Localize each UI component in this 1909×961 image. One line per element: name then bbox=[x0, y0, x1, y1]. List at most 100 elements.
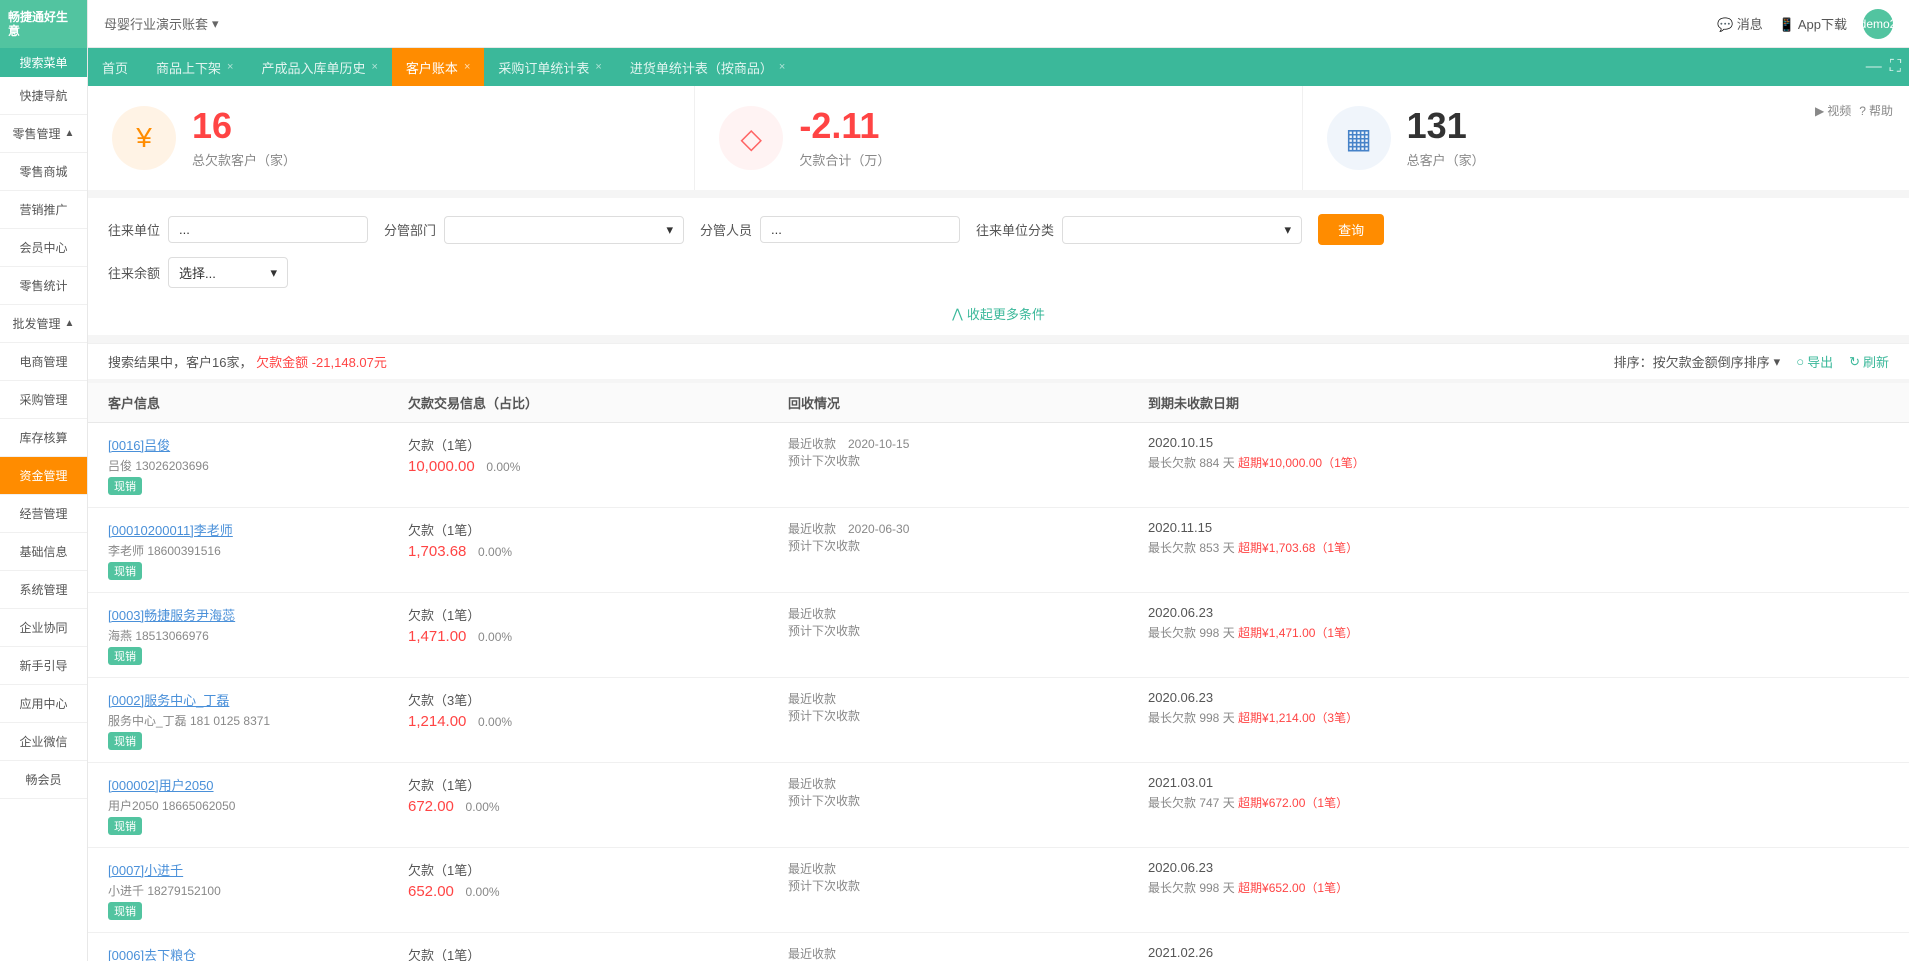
table-row: [0007]小进千 小进千 18279152100 现销 欠款（1笔） 652.… bbox=[88, 848, 1909, 933]
collection-info-6: 最近收款 预计下次收款 bbox=[788, 945, 1148, 961]
category-label: 往来单位分类 bbox=[976, 220, 1054, 239]
debt-count: 欠款（1笔） bbox=[408, 435, 788, 454]
tab-label: 采购订单统计表 bbox=[498, 58, 589, 77]
message-btn[interactable]: 💬 消息 bbox=[1717, 14, 1763, 33]
sidebar-item-batch-mgmt[interactable]: 批发管理▲ bbox=[0, 305, 87, 343]
person-input[interactable]: ... bbox=[760, 216, 960, 243]
sidebar-item-retail-mall[interactable]: 零售商城 bbox=[0, 153, 87, 191]
recent-collection: 最近收款 bbox=[788, 690, 1148, 707]
sidebar-item-wechat[interactable]: 企业微信 bbox=[0, 723, 87, 761]
customer-tag: 现销 bbox=[108, 647, 142, 665]
avatar[interactable]: demo2 bbox=[1863, 9, 1893, 39]
sidebar-item-member[interactable]: 畅会员 bbox=[0, 761, 87, 799]
sidebar-item-purchase-mgmt[interactable]: 采购管理 bbox=[0, 381, 87, 419]
customer-name[interactable]: [000002]用户2050 bbox=[108, 775, 408, 794]
minimize-icon[interactable]: — bbox=[1866, 58, 1882, 76]
customer-contact: 吕俊 13026203696 bbox=[108, 457, 408, 474]
header-left: 母婴行业演示账套 ▾ bbox=[104, 14, 219, 33]
table-row: [0016]吕俊 吕俊 13026203696 现销 欠款（1笔） 10,000… bbox=[88, 423, 1909, 508]
sidebar-item-retail-stats[interactable]: 零售统计 bbox=[0, 267, 87, 305]
overdue-link[interactable]: 超期¥1,471.00（1笔） bbox=[1238, 626, 1358, 640]
tab-close-icon[interactable]: × bbox=[227, 61, 233, 73]
sort-selector[interactable]: 排序：按欠款金额倒序排序 ▾ bbox=[1614, 352, 1781, 371]
collection-info-3: 最近收款 预计下次收款 bbox=[788, 690, 1148, 724]
tab-product-history[interactable]: 产成品入库单历史× bbox=[247, 48, 391, 86]
customer-name[interactable]: [0003]畅捷服务尹海蕊 bbox=[108, 605, 408, 624]
tab-close-icon[interactable]: × bbox=[595, 61, 601, 73]
company-selector[interactable]: 母婴行业演示账套 ▾ bbox=[104, 14, 219, 33]
col-header-collection: 回收情况 bbox=[788, 393, 1148, 412]
sidebar-item-sys-mgmt[interactable]: 系统管理 bbox=[0, 571, 87, 609]
overdue-link[interactable]: 超期¥10,000.00（1笔） bbox=[1238, 456, 1365, 470]
customer-tag: 现销 bbox=[108, 477, 142, 495]
tab-purchase-product-stats[interactable]: 进货单统计表（按商品）× bbox=[616, 48, 799, 86]
debt-count: 欠款（1笔） bbox=[408, 775, 788, 794]
collapse-btn[interactable]: ⋀ 收起更多条件 bbox=[108, 300, 1889, 327]
app-download-btn[interactable]: 📱 App下载 bbox=[1779, 14, 1847, 33]
customer-info-0: [0016]吕俊 吕俊 13026203696 现销 bbox=[108, 435, 408, 495]
category-input[interactable]: ▾ bbox=[1062, 216, 1302, 244]
tab-home[interactable]: 首页 bbox=[88, 48, 142, 86]
sidebar-item-member-center[interactable]: 会员中心 bbox=[0, 229, 87, 267]
sidebar-item-app-center[interactable]: 应用中心 bbox=[0, 685, 87, 723]
table-row: [0003]畅捷服务尹海蕊 海燕 18513066976 现销 欠款（1笔） 1… bbox=[88, 593, 1909, 678]
tab-close-icon[interactable]: × bbox=[779, 61, 785, 73]
overdue-link[interactable]: 超期¥652.00（1笔） bbox=[1238, 881, 1348, 895]
stat-info-1: 16 总欠款客户（家） bbox=[192, 108, 296, 169]
search-button[interactable]: 查询 bbox=[1318, 214, 1384, 245]
sidebar-item-ecommerce[interactable]: 电商管理 bbox=[0, 343, 87, 381]
stat-value-3: 131 bbox=[1407, 108, 1485, 144]
recent-collection: 最近收款 2020-10-15 bbox=[788, 435, 1148, 452]
sidebar-item-inventory[interactable]: 库存核算 bbox=[0, 419, 87, 457]
customer-name[interactable]: [0006]去下粮仓 bbox=[108, 945, 408, 961]
tab-customer-account[interactable]: 客户账本× bbox=[392, 48, 484, 86]
customer-name[interactable]: [0007]小进千 bbox=[108, 860, 408, 879]
due-info-5: 2020.06.23 最长欠款 998 天 超期¥652.00（1笔） bbox=[1148, 860, 1889, 896]
table-row: [0002]服务中心_丁磊 服务中心_丁磊 181 0125 8371 现销 欠… bbox=[88, 678, 1909, 763]
refresh-icon: ↻ bbox=[1849, 354, 1860, 370]
next-collection: 预计下次收款 bbox=[788, 792, 1148, 809]
tab-close-icon[interactable]: × bbox=[464, 61, 470, 73]
sidebar-item-ops-mgmt[interactable]: 经营管理 bbox=[0, 495, 87, 533]
tab-close-icon[interactable]: × bbox=[371, 61, 377, 73]
customer-tag: 现销 bbox=[108, 902, 142, 920]
col-header-debt: 欠款交易信息（占比） bbox=[408, 393, 788, 412]
sidebar-item-marketing[interactable]: 营销推广 bbox=[0, 191, 87, 229]
overdue-link[interactable]: 超期¥672.00（1笔） bbox=[1238, 796, 1348, 810]
sidebar-item-basic-info[interactable]: 基础信息 bbox=[0, 533, 87, 571]
overdue-info: 最长欠款 853 天 超期¥1,703.68（1笔） bbox=[1148, 539, 1889, 556]
refresh-btn[interactable]: ↻ 刷新 bbox=[1849, 352, 1889, 371]
maximize-icon[interactable]: ⛶ bbox=[1890, 58, 1901, 76]
debt-amount: 1,214.00 bbox=[408, 713, 466, 730]
sidebar-search[interactable]: 搜索菜单 bbox=[0, 48, 87, 77]
supplier-input[interactable]: ... bbox=[168, 216, 368, 243]
dept-input[interactable]: ▾ bbox=[444, 216, 684, 244]
sidebar-item-retail-mgmt[interactable]: 零售管理▲ bbox=[0, 115, 87, 153]
customer-contact: 用户2050 18665062050 bbox=[108, 797, 408, 814]
customer-name[interactable]: [0016]吕俊 bbox=[108, 435, 408, 454]
due-info-1: 2020.11.15 最长欠款 853 天 超期¥1,703.68（1笔） bbox=[1148, 520, 1889, 556]
tab-purchase-stats[interactable]: 采购订单统计表 × bbox=[484, 48, 615, 86]
sidebar-item-finance[interactable]: 资金管理 bbox=[0, 457, 87, 495]
sidebar-item-quick-nav[interactable]: 快捷导航 bbox=[0, 77, 87, 115]
chevron-icon: ▲ bbox=[65, 318, 75, 329]
overdue-link[interactable]: 超期¥1,703.68（1笔） bbox=[1238, 541, 1358, 555]
tab-bar: 首页商品上下架×产成品入库单历史×客户账本×采购订单统计表×进货单统计表（按商品… bbox=[88, 48, 1909, 86]
balance-select[interactable]: 选择... ▾ bbox=[168, 257, 288, 288]
overdue-info: 最长欠款 747 天 超期¥672.00（1笔） bbox=[1148, 794, 1889, 811]
sidebar-item-enterprise[interactable]: 企业协同 bbox=[0, 609, 87, 647]
customer-info-3: [0002]服务中心_丁磊 服务中心_丁磊 181 0125 8371 现销 bbox=[108, 690, 408, 750]
tab-product-status[interactable]: 商品上下架× bbox=[142, 48, 247, 86]
recent-collection: 最近收款 bbox=[788, 775, 1148, 792]
customer-name[interactable]: [0002]服务中心_丁磊 bbox=[108, 690, 408, 709]
overdue-link[interactable]: 超期¥1,214.00（3笔） bbox=[1238, 711, 1358, 725]
sidebar-item-newbie[interactable]: 新手引导 bbox=[0, 647, 87, 685]
recent-collection: 最近收款 2020-06-30 bbox=[788, 520, 1148, 537]
help-btn[interactable]: ? 帮助 bbox=[1859, 102, 1893, 119]
video-btn[interactable]: ▶ 视频 bbox=[1815, 102, 1851, 119]
customer-name[interactable]: [00010200011]李老师 bbox=[108, 520, 408, 539]
export-btn[interactable]: ○ 导出 bbox=[1796, 352, 1833, 371]
header-right: 💬 消息 📱 App下载 demo2 bbox=[1717, 9, 1893, 39]
stat-value-1: 16 bbox=[192, 108, 296, 144]
recent-collection: 最近收款 bbox=[788, 860, 1148, 877]
